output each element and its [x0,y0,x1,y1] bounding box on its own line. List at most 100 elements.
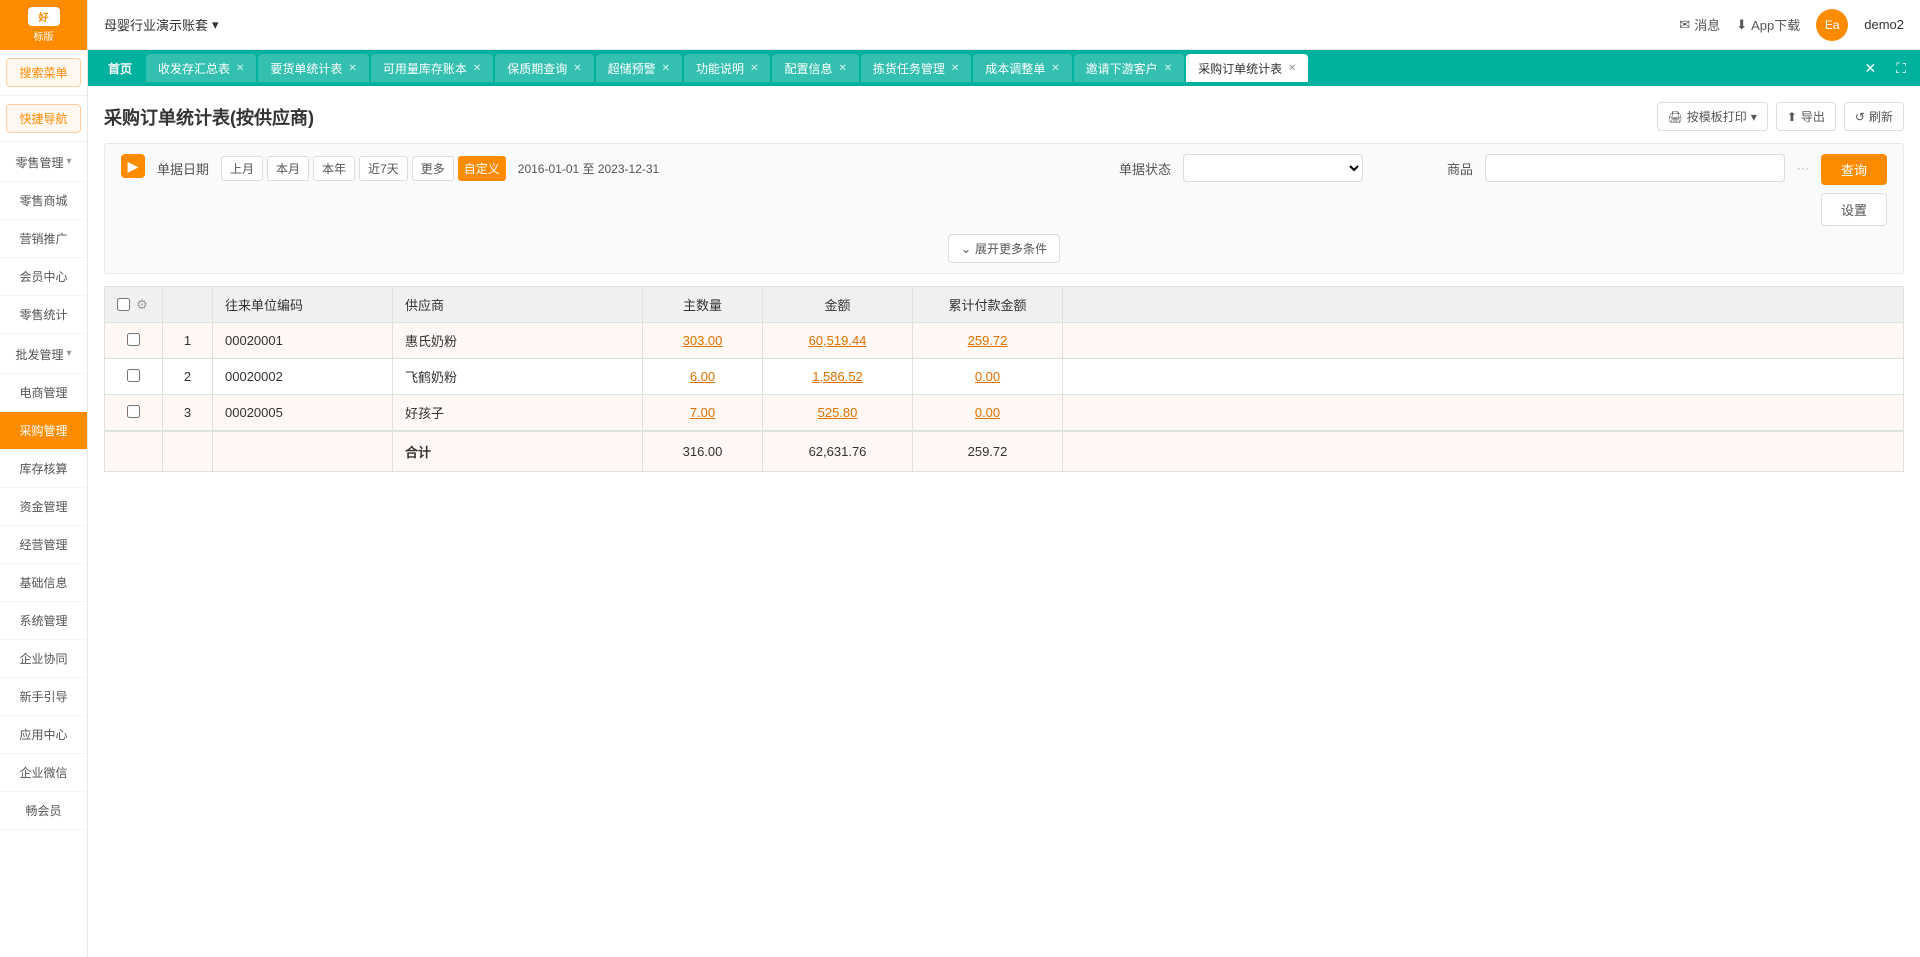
row-amount[interactable]: 1,586.52 [763,359,913,395]
logo-icon: 好 [28,7,60,26]
row-qty[interactable]: 303.00 [643,323,763,359]
row-qty[interactable]: 6.00 [643,359,763,395]
sidebar-item-member-center[interactable]: 会员中心 [0,258,87,296]
tab-purchase-order-stats[interactable]: 采购订单统计表 ✕ [1186,54,1308,82]
sidebar-item-retail-stats[interactable]: 零售统计 [0,296,87,334]
logo-button[interactable]: 好 标版 [0,0,87,50]
close-icon[interactable]: ✕ [662,63,670,74]
row-extra [1063,323,1904,359]
tab-cost-adjust[interactable]: 成本调整单 ✕ [973,54,1071,82]
this-year-btn[interactable]: 本年 [313,156,355,181]
sidebar-item-basic-info[interactable]: 基础信息 [0,564,87,602]
status-select[interactable] [1183,154,1363,182]
sidebar-item-enterprise-wechat[interactable]: 企业微信 [0,754,87,792]
filter-toggle-button[interactable]: ▶ [121,154,145,178]
user-name[interactable]: demo2 [1864,17,1904,32]
gear-icon[interactable]: ⚙ [134,297,150,313]
app-download-button[interactable]: ⬇ App下载 [1736,15,1800,34]
row-paid[interactable]: 259.72 [913,323,1063,359]
expand-more-button[interactable]: ⌄ 展开更多条件 [948,234,1060,263]
page-header: 采购订单统计表(按供应商) 🖨 按模板打印 ▾ ⬆ 导出 ↺ 刷新 [104,102,1904,131]
page-area: 采购订单统计表(按供应商) 🖨 按模板打印 ▾ ⬆ 导出 ↺ 刷新 [88,86,1920,957]
tab-goods-stats[interactable]: 要货单统计表 ✕ [258,54,368,82]
sidebar-item-marketing[interactable]: 营销推广 [0,220,87,258]
filter-row-date: 单据日期 上月 本月 本年 近7天 更多 自定义 2016-01-01 至 20… [157,154,1809,182]
row-qty[interactable]: 7.00 [643,395,763,432]
main-content: 母婴行业演示账套 ▾ ✉ 消息 ⬇ App下载 Ea demo2 首页 收发存汇… [88,0,1920,957]
row-supplier: 飞鹤奶粉 [393,359,643,395]
tab-bar-controls: ✕ ⛶ [1858,58,1912,79]
row-checkbox[interactable] [127,405,140,418]
tab-available-stock[interactable]: 可用量库存账本 ✕ [371,54,493,82]
sidebar-item-operation[interactable]: 经营管理 [0,526,87,564]
sidebar-item-vip[interactable]: 畅会员 [0,792,87,830]
close-icon[interactable]: ✕ [838,63,846,74]
row-checkbox[interactable] [127,333,140,346]
close-icon[interactable]: ✕ [348,63,356,74]
sidebar-item-new-guide[interactable]: 新手引导 [0,678,87,716]
table-row: 3 00020005 好孩子 7.00 525.80 0.00 [105,395,1904,432]
sidebar-nav-section: 快捷导航 [0,96,87,142]
sidebar-item-retail-mgmt[interactable]: 零售管理 ▾ [0,142,87,182]
footer-amount-cell: 62,631.76 [763,431,913,472]
quick-nav-button[interactable]: 快捷导航 [6,104,81,133]
tab-func-desc[interactable]: 功能说明 ✕ [684,54,770,82]
table-body: 1 00020001 惠氏奶粉 303.00 60,519.44 259.72 … [105,323,1904,432]
row-no: 2 [163,359,213,395]
template-print-button[interactable]: 🖨 按模板打印 ▾ [1657,102,1768,131]
close-icon[interactable]: ✕ [1051,63,1059,74]
sidebar-item-finance[interactable]: 资金管理 [0,488,87,526]
tab-bar: 首页 收发存汇总表 ✕ 要货单统计表 ✕ 可用量库存账本 ✕ 保质期查询 ✕ 超… [88,50,1920,86]
sidebar-item-app-center[interactable]: 应用中心 [0,716,87,754]
query-button[interactable]: 查询 [1821,154,1887,185]
tab-shelf-life[interactable]: 保质期查询 ✕ [495,54,593,82]
refresh-button[interactable]: ↺ 刷新 [1844,102,1904,131]
export-button[interactable]: ⬆ 导出 [1776,102,1836,131]
close-icon[interactable]: ✕ [750,63,758,74]
sidebar-item-inventory[interactable]: 库存核算 [0,450,87,488]
chevron-down-icon: ▾ [66,156,71,167]
close-icon[interactable]: ✕ [573,63,581,74]
tab-receive-summary[interactable]: 收发存汇总表 ✕ [146,54,256,82]
row-paid[interactable]: 0.00 [913,395,1063,432]
goods-input[interactable] [1485,154,1785,182]
last-7-days-btn[interactable]: 近7天 [359,156,408,181]
tab-pick-task[interactable]: 拣货任务管理 ✕ [861,54,971,82]
row-amount[interactable]: 525.80 [763,395,913,432]
workspace-selector[interactable]: 母婴行业演示账套 ▾ [104,15,219,34]
tab-expand-button[interactable]: ⛶ [1890,58,1912,79]
more-btn[interactable]: 更多 [412,156,454,181]
select-all-checkbox[interactable] [117,298,130,311]
search-menu-button[interactable]: 搜索菜单 [6,58,81,87]
message-icon: ✉ [1679,17,1690,33]
status-filter-label: 单据状态 [1119,159,1171,178]
close-icon[interactable]: ✕ [473,63,481,74]
data-table: ⚙ 往来单位编码 供应商 主数量 金额 累计付款金额 [104,286,1904,472]
row-amount[interactable]: 60,519.44 [763,323,913,359]
table-row: 1 00020001 惠氏奶粉 303.00 60,519.44 259.72 [105,323,1904,359]
tab-invite-downstream[interactable]: 邀请下游客户 ✕ [1074,54,1184,82]
tab-close-all-button[interactable]: ✕ [1858,58,1882,79]
sidebar-item-purchase-mgmt[interactable]: 采购管理 [0,412,87,450]
tab-home[interactable]: 首页 [96,54,144,82]
sidebar-item-ecommerce[interactable]: 电商管理 [0,374,87,412]
sidebar-item-sys-mgmt[interactable]: 系统管理 [0,602,87,640]
message-button[interactable]: ✉ 消息 [1679,15,1720,34]
custom-date-badge[interactable]: 自定义 [458,156,506,181]
close-icon[interactable]: ✕ [236,63,244,74]
avatar[interactable]: Ea [1816,9,1848,41]
row-paid[interactable]: 0.00 [913,359,1063,395]
sidebar-item-enterprise[interactable]: 企业协同 [0,640,87,678]
close-icon[interactable]: ✕ [1288,63,1296,74]
tab-overstock[interactable]: 超储预警 ✕ [596,54,682,82]
sidebar-item-retail-mall[interactable]: 零售商城 [0,182,87,220]
goods-more-icon[interactable]: ··· [1797,161,1809,175]
close-icon[interactable]: ✕ [951,63,959,74]
settings-button[interactable]: 设置 [1821,193,1887,226]
last-month-btn[interactable]: 上月 [221,156,263,181]
sidebar-item-wholesale-mgmt[interactable]: 批发管理 ▾ [0,334,87,374]
tab-config-info[interactable]: 配置信息 ✕ [772,54,858,82]
this-month-btn[interactable]: 本月 [267,156,309,181]
close-icon[interactable]: ✕ [1164,63,1172,74]
row-checkbox[interactable] [127,369,140,382]
